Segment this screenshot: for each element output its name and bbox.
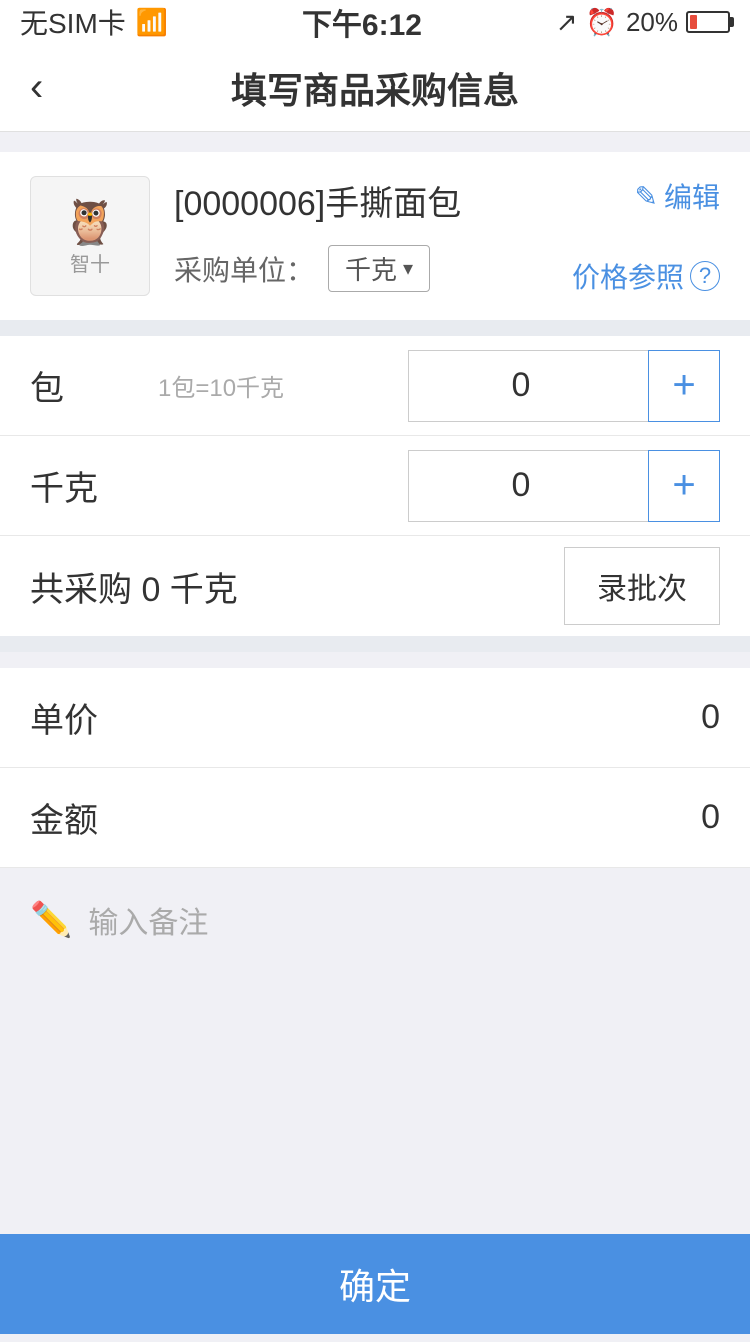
total-label: 共采购 0 千克 <box>30 562 564 611</box>
bao-plus-button[interactable]: + <box>648 350 720 422</box>
price-section: 单价 0 金额 0 <box>0 668 750 868</box>
kg-input[interactable] <box>408 450 648 522</box>
page-title: 填写商品采购信息 <box>231 62 519 114</box>
nav-bar: ‹ 填写商品采购信息 <box>0 44 750 132</box>
edit-button[interactable]: ✎ 编辑 <box>635 176 720 216</box>
time-label: 下午6:12 <box>302 0 422 44</box>
carrier-label: 无SIM卡 <box>20 2 126 42</box>
product-logo: 🦉 <box>63 196 118 248</box>
brand-label: 智十 <box>70 248 110 277</box>
help-icon: ? <box>690 261 720 291</box>
kg-plus-button[interactable]: + <box>648 450 720 522</box>
unit-value: 千克 <box>345 250 397 287</box>
bao-label: 包 <box>30 361 150 410</box>
bao-sublabel: 1包=10千克 <box>158 368 408 403</box>
back-button[interactable]: ‹ <box>0 65 73 110</box>
kg-field-wrap: + <box>408 450 720 522</box>
price-ref-label: 价格参照 <box>572 256 684 296</box>
record-batch-button[interactable]: 录批次 <box>564 547 720 625</box>
status-left: 无SIM卡 📶 <box>20 2 168 42</box>
section-divider-2 <box>0 636 750 652</box>
remarks-section[interactable]: ✏️ 输入备注 <box>0 868 750 972</box>
product-card: 🦉 智十 [0000006]手撕面包 采购单位： 千克 ▾ ✎ 编辑 价格参照 … <box>0 152 750 320</box>
battery-percent: 20% <box>626 7 678 38</box>
unit-price-row: 单价 0 <box>0 668 750 768</box>
product-thumbnail: 🦉 智十 <box>63 196 118 277</box>
amount-label: 金额 <box>30 793 701 842</box>
location-icon: ↗ <box>556 7 578 38</box>
chevron-down-icon: ▾ <box>403 256 413 281</box>
product-image: 🦉 智十 <box>30 176 150 296</box>
edit-icon: ✎ <box>635 180 658 213</box>
battery-fill <box>690 15 697 29</box>
wifi-icon: 📶 <box>136 7 168 38</box>
amount-row: 金额 0 <box>0 768 750 868</box>
unit-selector[interactable]: 千克 ▾ <box>328 245 430 292</box>
amount-value: 0 <box>701 798 720 837</box>
alarm-icon: ⏰ <box>586 7 618 38</box>
unit-label: 采购单位： <box>174 249 314 289</box>
confirm-button[interactable]: 确定 <box>0 1234 750 1334</box>
status-bar: 无SIM卡 📶 下午6:12 ↗ ⏰ 20% <box>0 0 750 44</box>
kg-label: 千克 <box>30 461 150 510</box>
pencil-icon: ✏️ <box>30 900 72 940</box>
unit-price-label: 单价 <box>30 693 701 742</box>
remarks-placeholder: 输入备注 <box>88 898 208 942</box>
price-ref-button[interactable]: 价格参照 ? <box>572 256 720 296</box>
battery-icon <box>686 11 730 33</box>
kg-input-row: 千克 + <box>0 436 750 536</box>
bao-input[interactable] <box>408 350 648 422</box>
unit-price-value: 0 <box>701 698 720 737</box>
input-section: 包 1包=10千克 + 千克 + <box>0 336 750 536</box>
confirm-label: 确定 <box>339 1258 411 1310</box>
bao-field-wrap: + <box>408 350 720 422</box>
bao-input-row: 包 1包=10千克 + <box>0 336 750 436</box>
status-right: ↗ ⏰ 20% <box>556 7 730 38</box>
total-row: 共采购 0 千克 录批次 <box>0 536 750 636</box>
section-divider-1 <box>0 320 750 336</box>
edit-label: 编辑 <box>664 176 720 216</box>
